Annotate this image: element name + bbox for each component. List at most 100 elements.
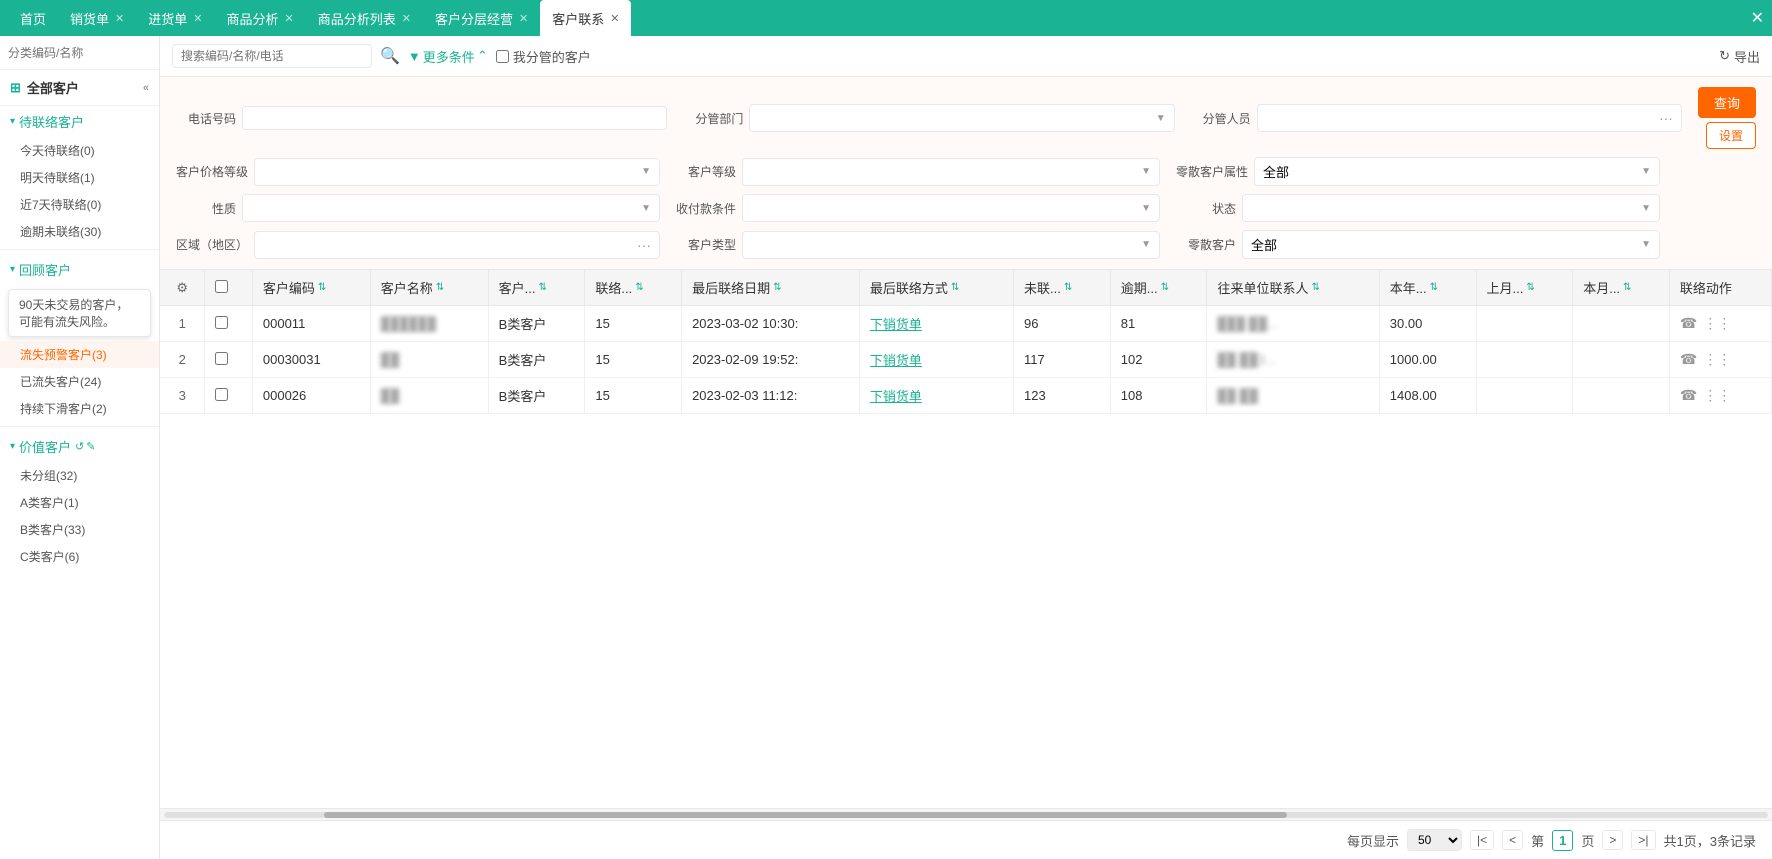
tab-close-icon[interactable]: ✕ [610,12,619,25]
contact-action-icon[interactable]: ☎ [1680,351,1697,368]
tab-close-icon[interactable]: ✕ [519,12,528,25]
table-row: 1 000011 ██████ B类客户 15 2023-03-02 10:30… [160,306,1772,342]
search-input[interactable] [172,44,372,68]
all-customers-item[interactable]: ⊞ 全部客户 « [0,70,159,106]
col-last-month[interactable]: 上月...⇅ [1476,270,1573,306]
row-select-checkbox[interactable] [215,388,228,401]
region-more-icon[interactable]: ··· [637,237,651,253]
query-button[interactable]: 查询 [1698,87,1756,118]
col-overdue[interactable]: 逾期...⇅ [1110,270,1207,306]
sort-icon: ⇅ [1526,282,1534,293]
zero-customer-select[interactable]: 全部 ▼ [1242,230,1660,259]
sidebar-item-a-class[interactable]: A类客户(1) [0,489,159,516]
settings-button[interactable]: 设置 [1706,122,1756,149]
tab-home[interactable]: 首页 [8,9,58,28]
department-select[interactable]: ▼ [749,104,1174,132]
col-contact[interactable]: 联络...⇅ [585,270,682,306]
sidebar-item-churn-warning[interactable]: 流失预警客户(3) [0,341,159,368]
prev-page-button[interactable]: < [1502,830,1523,850]
row-name: ██████ [370,306,488,342]
window-close-button[interactable]: ✕ [1751,8,1764,28]
col-uncontacted[interactable]: 未联...⇅ [1014,270,1111,306]
col-contact-person[interactable]: 往来单位联系人⇅ [1207,270,1379,306]
sidebar-item-b-class[interactable]: B类客户(33) [0,516,159,543]
collapse-icon[interactable]: « [143,82,149,94]
table-container: ⚙ 客户编码⇅ 客户名称⇅ 客户...⇅ 联络...⇅ [160,270,1772,808]
sidebar-item-tomorrow[interactable]: 明天待联络(1) [0,164,159,191]
col-last-contact-way[interactable]: 最后联络方式⇅ [859,270,1013,306]
row-checkbox[interactable] [205,306,252,342]
col-checkbox[interactable] [205,270,252,306]
row-contact-person: ██ ██3... [1207,342,1379,378]
row-last-contact-way[interactable]: 下销货单 [859,342,1013,378]
tab-close-icon[interactable]: ✕ [285,12,294,25]
row-this-year: 30.00 [1379,306,1476,342]
more-action-icon[interactable]: ⋮⋮ [1703,387,1731,404]
sidebar-item-today[interactable]: 今天待联络(0) [0,137,159,164]
tab-customer-tier[interactable]: 客户分层经营 ✕ [423,0,540,36]
phone-input[interactable] [242,106,667,130]
select-all-checkbox[interactable] [215,280,228,293]
sidebar-item-ungrouped[interactable]: 未分组(32) [0,462,159,489]
col-settings[interactable]: ⚙ [160,270,205,306]
customer-level-select[interactable]: ▼ [742,158,1160,186]
tab-customer-contact[interactable]: 客户联系 ✕ [540,0,631,36]
col-code[interactable]: 客户编码⇅ [252,270,370,306]
search-button[interactable]: 🔍 [380,46,400,66]
tab-close-icon[interactable]: ✕ [402,12,411,25]
sidebar-group-pending[interactable]: ▾ 待联络客户 [0,106,159,137]
row-select-checkbox[interactable] [215,316,228,329]
col-customer-type[interactable]: 客户...⇅ [488,270,585,306]
refresh-icon[interactable]: ↺ [75,440,84,453]
tab-product-analysis[interactable]: 商品分析 ✕ [214,0,305,36]
tab-close-icon[interactable]: ✕ [115,12,124,25]
first-page-button[interactable]: |< [1470,830,1494,850]
more-action-icon[interactable]: ⋮⋮ [1703,315,1731,332]
status-select[interactable]: ▼ [1242,194,1660,222]
row-checkbox[interactable] [205,342,252,378]
tab-sales-order[interactable]: 销货单 ✕ [58,0,136,36]
payment-select[interactable]: ▼ [742,194,1160,222]
price-level-select[interactable]: ▼ [254,158,660,186]
contact-action-icon[interactable]: ☎ [1680,315,1697,332]
col-name[interactable]: 客户名称⇅ [370,270,488,306]
scroll-thumb[interactable] [324,812,1286,818]
horizontal-scrollbar[interactable] [160,808,1772,820]
sort-icon: ⇅ [1311,282,1319,293]
next-page-button[interactable]: > [1602,830,1623,850]
col-this-year[interactable]: 本年...⇅ [1379,270,1476,306]
tab-close-icon[interactable]: ✕ [193,12,202,25]
col-last-contact-date[interactable]: 最后联络日期⇅ [682,270,860,306]
my-customers-check[interactable] [496,50,509,63]
row-checkbox[interactable] [205,378,252,414]
nature-select[interactable]: ▼ [242,194,660,222]
sidebar-item-c-class[interactable]: C类客户(6) [0,543,159,570]
sidebar-group-review[interactable]: ▾ 回顾客户 [0,254,159,285]
zero-attribute-select[interactable]: 全部 ▼ [1254,157,1660,186]
page-size-select[interactable]: 50 100 200 [1407,829,1462,851]
manager-more-icon[interactable]: ··· [1659,110,1673,126]
scroll-track[interactable] [164,812,1768,818]
tab-product-analysis-list[interactable]: 商品分析列表 ✕ [306,0,423,36]
sidebar-item-overdue-contact[interactable]: 逾期未联络(30) [0,218,159,245]
more-action-icon[interactable]: ⋮⋮ [1703,351,1731,368]
row-last-contact-way[interactable]: 下销货单 [859,306,1013,342]
sidebar-group-value[interactable]: ▾ 价值客户 ↺ ✎ [0,431,159,462]
last-page-button[interactable]: >| [1631,830,1655,850]
export-button[interactable]: ↻ 导出 [1719,47,1760,66]
more-conditions-button[interactable]: ▼ 更多条件 ⌃ [408,47,488,66]
edit-icon[interactable]: ✎ [86,440,95,453]
my-customers-checkbox[interactable]: 我分管的客户 [496,47,591,66]
row-last-contact-way[interactable]: 下销货单 [859,378,1013,414]
customer-type-select[interactable]: ▼ [742,231,1160,259]
sidebar-item-churned[interactable]: 已流失客户(24) [0,368,159,395]
category-search-input[interactable] [8,46,160,60]
tab-purchase-order[interactable]: 进货单 ✕ [136,0,214,36]
col-this-month[interactable]: 本月...⇅ [1573,270,1670,306]
sidebar-item-7days[interactable]: 近7天待联络(0) [0,191,159,218]
region-select[interactable]: ··· [254,231,660,259]
row-select-checkbox[interactable] [215,352,228,365]
manager-select[interactable]: ··· [1257,104,1682,132]
sidebar-item-declining[interactable]: 持续下滑客户(2) [0,395,159,422]
contact-action-icon[interactable]: ☎ [1680,387,1697,404]
